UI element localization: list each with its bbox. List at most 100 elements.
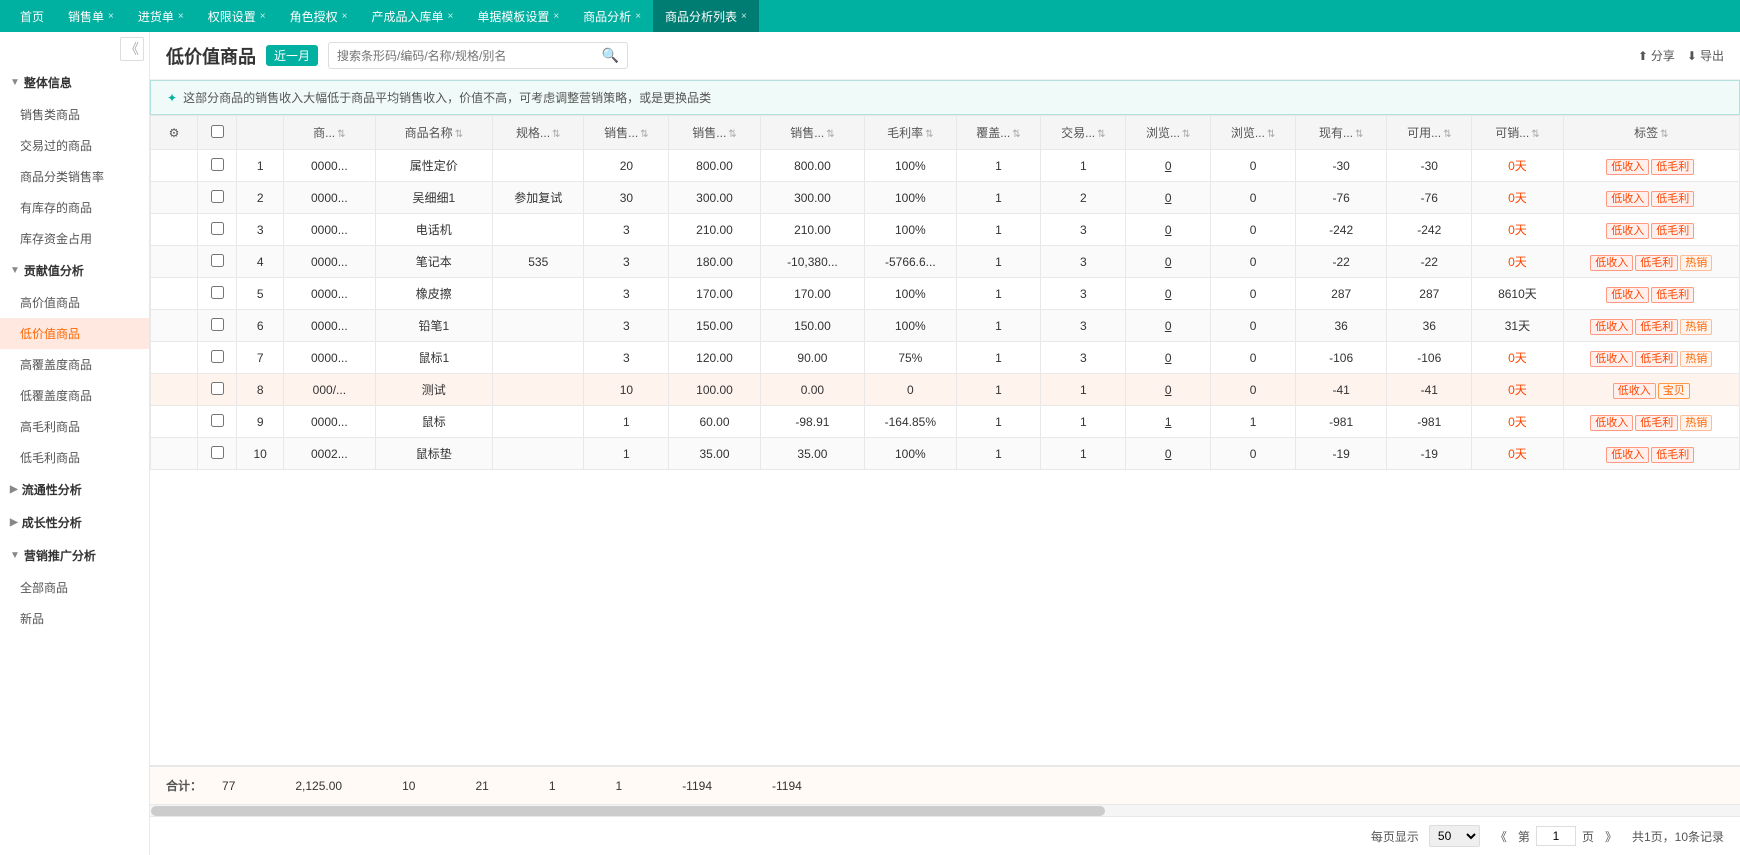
cell-browse1[interactable]: 0 <box>1126 246 1211 278</box>
col-tags-header[interactable]: 标签⇅ <box>1563 116 1739 150</box>
col-browse1-header[interactable]: 浏览...⇅ <box>1126 116 1211 150</box>
col-settings-header[interactable]: ⚙ <box>151 116 198 150</box>
sidebar-group-marketing[interactable]: ▼ 营销推广分析 <box>0 539 149 572</box>
sidebar-group-overall[interactable]: ▼ 整体信息 <box>0 66 149 99</box>
cell-browse1[interactable]: 0 <box>1126 374 1211 406</box>
nav-close-template[interactable]: × <box>553 11 559 22</box>
nav-template-settings[interactable]: 单据模板设置 × <box>465 0 571 32</box>
export-button[interactable]: ⬇ 导出 <box>1687 47 1724 64</box>
nav-close-permission[interactable]: × <box>260 11 266 22</box>
col-browse2-header[interactable]: 浏览...⇅ <box>1211 116 1296 150</box>
share-button[interactable]: ⬆ 分享 <box>1638 47 1675 64</box>
row-checkbox[interactable] <box>211 414 224 427</box>
cell-check[interactable] <box>198 342 237 374</box>
nav-close-product-analysis-list[interactable]: × <box>741 11 747 22</box>
nav-finished-goods[interactable]: 产成品入库单 × <box>359 0 465 32</box>
next-page-button[interactable]: 》 <box>1600 826 1622 847</box>
col-sales-qty-header[interactable]: 销售...⇅ <box>584 116 669 150</box>
col-sales-total-header[interactable]: 销售...⇅ <box>760 116 864 150</box>
row-checkbox[interactable] <box>211 158 224 171</box>
cell-browse1[interactable]: 0 <box>1126 150 1211 182</box>
cell-browse1[interactable]: 0 <box>1126 278 1211 310</box>
sidebar-item-sales-goods[interactable]: 销售类商品 <box>0 99 149 130</box>
horizontal-scrollbar-area[interactable] <box>150 804 1740 816</box>
page-number-input[interactable] <box>1536 826 1576 846</box>
browse-link[interactable]: 0 <box>1165 287 1172 301</box>
cell-check[interactable] <box>198 150 237 182</box>
sidebar-item-category-sales-rate[interactable]: 商品分类销售率 <box>0 161 149 192</box>
search-input[interactable] <box>337 49 597 63</box>
nav-close-role-auth[interactable]: × <box>342 11 348 22</box>
row-checkbox[interactable] <box>211 286 224 299</box>
browse-link[interactable]: 1 <box>1165 415 1172 429</box>
browse-link[interactable]: 0 <box>1165 223 1172 237</box>
row-checkbox[interactable] <box>211 190 224 203</box>
sidebar-group-contribution[interactable]: ▼ 贡献值分析 <box>0 254 149 287</box>
sidebar-item-high-value[interactable]: 高价值商品 <box>0 287 149 318</box>
cell-check[interactable] <box>198 438 237 470</box>
cell-check[interactable] <box>198 246 237 278</box>
row-checkbox[interactable] <box>211 350 224 363</box>
cell-browse1[interactable]: 0 <box>1126 438 1211 470</box>
col-sellable-header[interactable]: 可销...⇅ <box>1472 116 1563 150</box>
sidebar-item-low-margin[interactable]: 低毛利商品 <box>0 442 149 473</box>
sidebar-item-all-goods[interactable]: 全部商品 <box>0 572 149 603</box>
nav-role-auth[interactable]: 角色授权 × <box>278 0 360 32</box>
cell-check[interactable] <box>198 406 237 438</box>
cell-check[interactable] <box>198 214 237 246</box>
cell-browse1[interactable]: 1 <box>1126 406 1211 438</box>
sidebar-item-high-margin[interactable]: 高毛利商品 <box>0 411 149 442</box>
sidebar-item-high-coverage[interactable]: 高覆盖度商品 <box>0 349 149 380</box>
col-margin-header[interactable]: 毛利率⇅ <box>865 116 956 150</box>
row-checkbox[interactable] <box>211 446 224 459</box>
sidebar-item-new-goods[interactable]: 新品 <box>0 603 149 634</box>
browse-link[interactable]: 0 <box>1165 447 1172 461</box>
row-checkbox[interactable] <box>211 254 224 267</box>
nav-permission-settings[interactable]: 权限设置 × <box>196 0 278 32</box>
sidebar-item-stock-funds[interactable]: 库存资金占用 <box>0 223 149 254</box>
sidebar-item-traded-goods[interactable]: 交易过的商品 <box>0 130 149 161</box>
col-avail-header[interactable]: 可用...⇅ <box>1387 116 1472 150</box>
cell-check[interactable] <box>198 182 237 214</box>
nav-close-product-analysis[interactable]: × <box>635 11 641 22</box>
cell-browse1[interactable]: 0 <box>1126 214 1211 246</box>
nav-close-purchase-order[interactable]: × <box>178 11 184 22</box>
per-page-select[interactable]: 50 100 200 <box>1429 825 1480 847</box>
nav-purchase-order[interactable]: 进货单 × <box>126 0 196 32</box>
select-all-checkbox[interactable] <box>211 125 224 138</box>
horizontal-scrollbar-thumb[interactable] <box>151 806 1105 816</box>
period-button[interactable]: 近一月 <box>266 45 318 66</box>
cell-browse1[interactable]: 0 <box>1126 310 1211 342</box>
sidebar-group-growth[interactable]: ▶ 成长性分析 <box>0 506 149 539</box>
col-spec-header[interactable]: 规格...⇅ <box>493 116 584 150</box>
col-check-header[interactable] <box>198 116 237 150</box>
sidebar-item-low-value[interactable]: 低价值商品 <box>0 318 149 349</box>
browse-link[interactable]: 0 <box>1165 255 1172 269</box>
nav-product-analysis-list[interactable]: 商品分析列表 × <box>653 0 759 32</box>
cell-check[interactable] <box>198 278 237 310</box>
cell-check[interactable] <box>198 374 237 406</box>
col-name-header[interactable]: 商品名称⇅ <box>375 116 493 150</box>
browse-link[interactable]: 0 <box>1165 319 1172 333</box>
sidebar-collapse-button[interactable]: 《 <box>120 37 144 61</box>
browse-link[interactable]: 0 <box>1165 191 1172 205</box>
col-current-header[interactable]: 现有...⇅ <box>1295 116 1386 150</box>
first-page-button[interactable]: 《 <box>1490 826 1512 847</box>
cell-browse1[interactable]: 0 <box>1126 182 1211 214</box>
col-coverage-header[interactable]: 覆盖...⇅ <box>956 116 1041 150</box>
row-checkbox[interactable] <box>211 318 224 331</box>
nav-close-finished-goods[interactable]: × <box>447 11 453 22</box>
nav-home[interactable]: 首页 <box>8 0 56 32</box>
nav-sales-order[interactable]: 销售单 × <box>56 0 126 32</box>
browse-link[interactable]: 0 <box>1165 351 1172 365</box>
nav-product-analysis[interactable]: 商品分析 × <box>571 0 653 32</box>
sidebar-item-stock-goods[interactable]: 有库存的商品 <box>0 192 149 223</box>
cell-browse1[interactable]: 0 <box>1126 342 1211 374</box>
nav-close-sales-order[interactable]: × <box>108 11 114 22</box>
cell-check[interactable] <box>198 310 237 342</box>
col-sku-header[interactable]: 商...⇅ <box>284 116 375 150</box>
browse-link[interactable]: 0 <box>1165 159 1172 173</box>
sidebar-group-liquidity[interactable]: ▶ 流通性分析 <box>0 473 149 506</box>
col-trade-header[interactable]: 交易...⇅ <box>1041 116 1126 150</box>
row-checkbox[interactable] <box>211 382 224 395</box>
